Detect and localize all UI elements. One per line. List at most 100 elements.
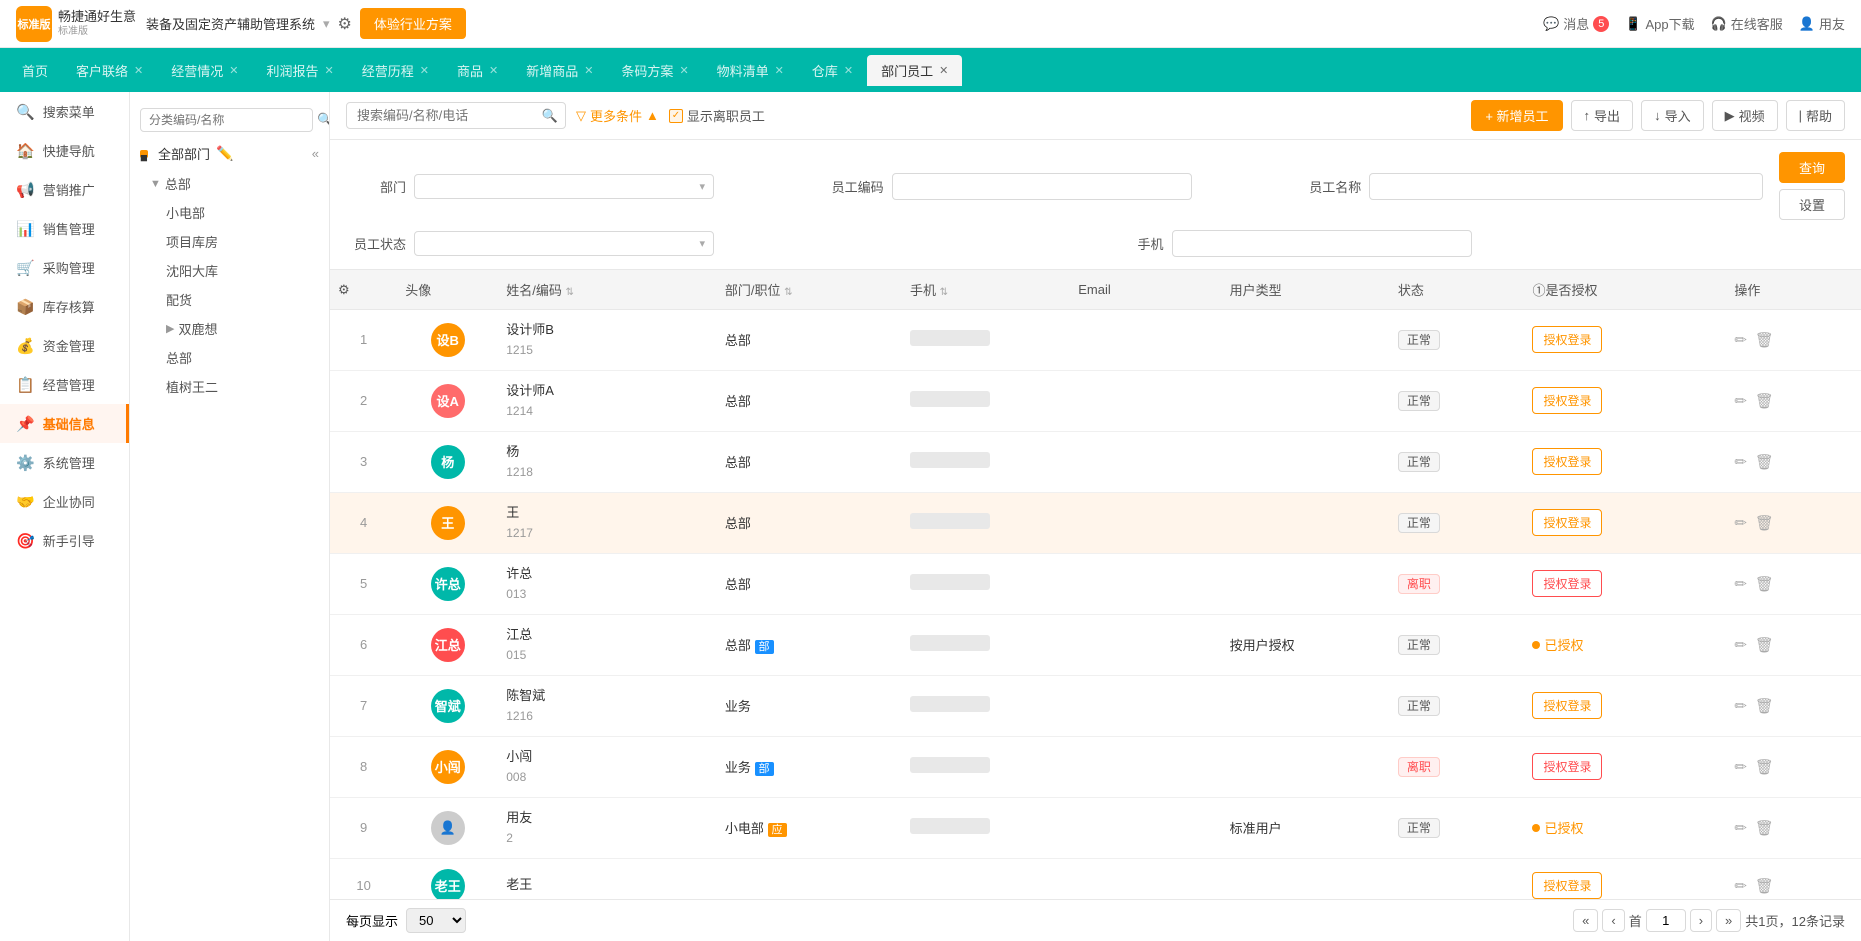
delete-icon[interactable]: 🗑: [1755, 819, 1774, 837]
sidebar-item-business[interactable]: 📋 经营管理: [0, 365, 129, 404]
auth-login-button-resigned[interactable]: 授权登录: [1532, 753, 1602, 780]
last-page-btn[interactable]: »: [1716, 909, 1741, 932]
col-dept-position[interactable]: 部门/职位 ⇅: [717, 270, 902, 310]
auth-login-button[interactable]: 授权登录: [1532, 448, 1602, 475]
sort-phone-icon[interactable]: ⇅: [940, 287, 948, 298]
tree-node-headquarters[interactable]: ▼ 总部: [130, 169, 329, 198]
next-page-btn[interactable]: ›: [1690, 909, 1712, 932]
sidebar-item-collab[interactable]: 🤝 企业协同: [0, 482, 129, 521]
sidebar-item-system[interactable]: ⚙️ 系统管理: [0, 443, 129, 482]
edit-icon[interactable]: ✏: [1734, 392, 1747, 410]
experience-button[interactable]: 体验行业方案: [360, 8, 466, 39]
edit-icon[interactable]: ✏: [1734, 819, 1747, 837]
tree-toggle-shuanglu[interactable]: ▶: [166, 322, 174, 335]
sort-dept-icon[interactable]: ⇅: [784, 287, 792, 298]
tree-node-zhishu[interactable]: 植树王二: [130, 372, 329, 401]
sidebar-item-search[interactable]: 🔍 搜索菜单: [0, 92, 129, 131]
tab-close-goods[interactable]: ✕: [489, 64, 498, 77]
dept-select[interactable]: ▾: [414, 174, 714, 199]
delete-icon[interactable]: 🗑: [1755, 575, 1774, 593]
tree-edit-icon[interactable]: ✏️: [216, 145, 233, 162]
tab-bom[interactable]: 物料清单 ✕: [703, 55, 798, 86]
tab-profit[interactable]: 利润报告 ✕: [252, 55, 347, 86]
phone-input[interactable]: [1172, 230, 1472, 257]
filter-more-btn[interactable]: ▽ 更多条件 ▲: [576, 106, 659, 125]
prev-page-btn[interactable]: ‹: [1602, 909, 1624, 932]
auth-login-button[interactable]: 授权登录: [1532, 509, 1602, 536]
tab-close-history[interactable]: ✕: [420, 64, 429, 77]
tree-node-shenyang[interactable]: 沈阳大库: [130, 256, 329, 285]
tab-close-bom[interactable]: ✕: [775, 64, 784, 77]
tab-close-barcode[interactable]: ✕: [679, 64, 688, 77]
sidebar-item-basic[interactable]: 📌 基础信息: [0, 404, 129, 443]
first-page-btn[interactable]: «: [1573, 909, 1598, 932]
tab-customer[interactable]: 客户联络 ✕: [62, 55, 157, 86]
sidebar-item-purchase[interactable]: 🛒 采购管理: [0, 248, 129, 287]
help-button[interactable]: | 帮助: [1786, 100, 1845, 131]
sidebar-item-finance[interactable]: 💰 资金管理: [0, 326, 129, 365]
status-select[interactable]: ▾: [414, 231, 714, 256]
edit-icon[interactable]: ✏: [1734, 636, 1747, 654]
app-download-btn[interactable]: 📱 App下载: [1625, 14, 1694, 33]
gear-icon[interactable]: ⚙: [338, 14, 352, 34]
tree-node-project[interactable]: 项目库房: [130, 227, 329, 256]
delete-icon[interactable]: 🗑: [1755, 758, 1774, 776]
sidebar-item-marketing[interactable]: 📢 营销推广: [0, 170, 129, 209]
page-size-select[interactable]: 50 20 100: [406, 908, 466, 933]
tree-collapse-icon[interactable]: «: [312, 146, 319, 161]
page-input[interactable]: [1646, 909, 1686, 932]
settings-icon[interactable]: ⚙: [338, 282, 350, 297]
tab-operation[interactable]: 经营情况 ✕: [157, 55, 252, 86]
message-btn[interactable]: 💬 消息 5: [1543, 14, 1609, 33]
dropdown-icon[interactable]: ▾: [323, 16, 330, 32]
edit-icon[interactable]: ✏: [1734, 453, 1747, 471]
sidebar-item-inventory[interactable]: 📦 库存核算: [0, 287, 129, 326]
search-button[interactable]: 查询: [1779, 152, 1845, 183]
edit-icon[interactable]: ✏: [1734, 575, 1747, 593]
edit-icon[interactable]: ✏: [1734, 697, 1747, 715]
import-button[interactable]: ↓ 导入: [1641, 100, 1704, 131]
edit-icon[interactable]: ✏: [1734, 331, 1747, 349]
tab-goods[interactable]: 商品 ✕: [443, 55, 512, 86]
delete-icon[interactable]: 🗑: [1755, 453, 1774, 471]
search-input[interactable]: [346, 102, 566, 129]
sort-name-icon[interactable]: ⇅: [565, 287, 573, 298]
col-settings[interactable]: ⚙: [330, 270, 397, 310]
reset-button[interactable]: 设置: [1779, 189, 1845, 220]
user-btn[interactable]: 👤 用友: [1799, 14, 1845, 33]
auth-login-button[interactable]: 授权登录: [1532, 326, 1602, 353]
tab-history[interactable]: 经营历程 ✕: [348, 55, 443, 86]
delete-icon[interactable]: 🗑: [1755, 331, 1774, 349]
tree-node-zongbu[interactable]: 总部: [130, 343, 329, 372]
view-button[interactable]: ▶ 视频: [1712, 100, 1778, 131]
tab-close-new-goods[interactable]: ✕: [584, 64, 593, 77]
delete-icon[interactable]: 🗑: [1755, 392, 1774, 410]
edit-icon[interactable]: ✏: [1734, 877, 1747, 895]
online-service-btn[interactable]: 🎧 在线客服: [1711, 14, 1783, 33]
emp-name-input[interactable]: [1369, 173, 1763, 200]
tree-search-input[interactable]: [140, 108, 313, 132]
tree-node-delivery[interactable]: 配货: [130, 285, 329, 314]
sidebar-item-sales[interactable]: 📊 销售管理: [0, 209, 129, 248]
add-employee-button[interactable]: + 新增员工: [1471, 100, 1562, 131]
edit-icon[interactable]: ✏: [1734, 758, 1747, 776]
sidebar-item-guide[interactable]: 🎯 新手引导: [0, 521, 129, 560]
auth-login-button[interactable]: 授权登录: [1532, 692, 1602, 719]
tab-close-dept[interactable]: ✕: [939, 64, 948, 77]
tab-new-goods[interactable]: 新增商品 ✕: [512, 55, 607, 86]
emp-code-input[interactable]: [892, 173, 1192, 200]
auth-login-button-resigned[interactable]: 授权登录: [1532, 570, 1602, 597]
tab-warehouse[interactable]: 仓库 ✕: [798, 55, 867, 86]
show-resigned-toggle[interactable]: 显示离职员工: [669, 106, 765, 125]
export-button[interactable]: ↑ 导出: [1571, 100, 1634, 131]
tab-home[interactable]: 首页: [8, 55, 62, 86]
sidebar-item-nav[interactable]: 🏠 快捷导航: [0, 131, 129, 170]
tree-node-shuanglu[interactable]: ▶ 双鹿想: [130, 314, 329, 343]
tree-node-xiaodian[interactable]: 小电部: [130, 198, 329, 227]
auth-login-button[interactable]: 授权登录: [1532, 872, 1602, 899]
resigned-checkbox[interactable]: [669, 109, 683, 123]
col-name-code[interactable]: 姓名/编码 ⇅: [498, 270, 717, 310]
tab-close-operation[interactable]: ✕: [229, 64, 238, 77]
auth-login-button[interactable]: 授权登录: [1532, 387, 1602, 414]
tab-dept-employee[interactable]: 部门员工 ✕: [867, 55, 962, 86]
